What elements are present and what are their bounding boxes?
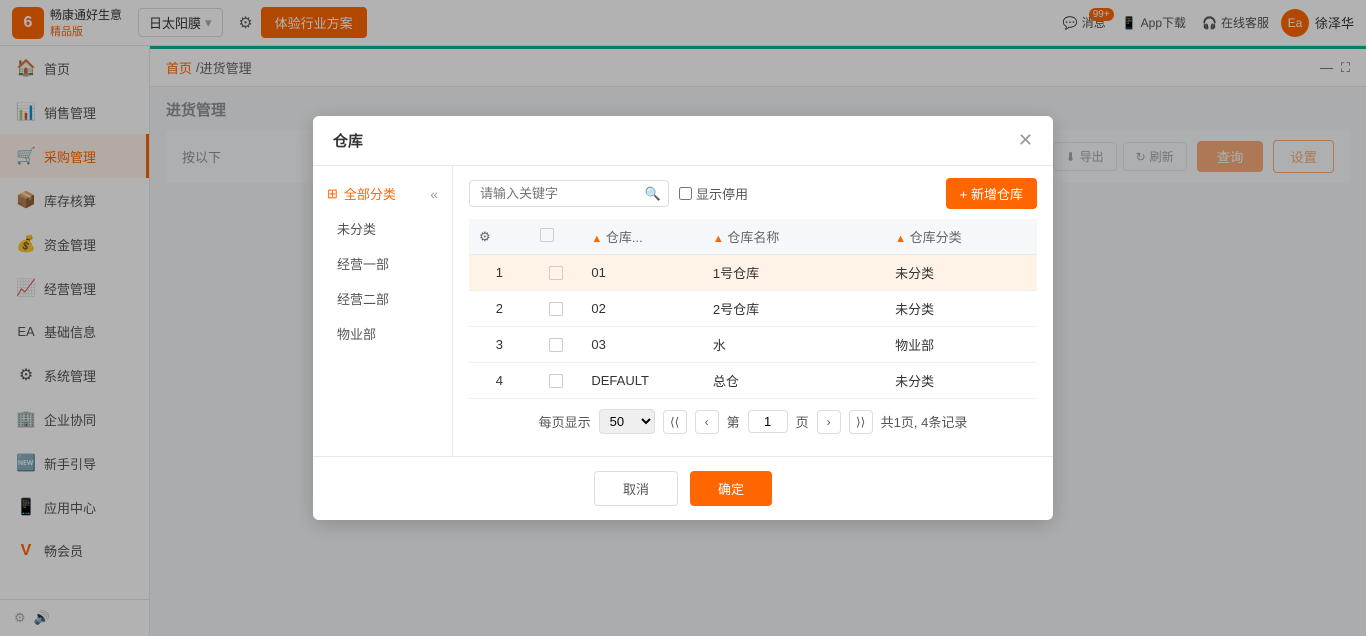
search-wrap: 🔍 [469,180,669,207]
next-page-btn[interactable]: › [817,410,841,434]
col-cat-header: ▲ 仓库分类 [885,219,1037,255]
warehouse-table-wrap: ⚙ ▲ 仓库... ▲ [469,219,1037,399]
dialog-title: 仓库 [333,130,363,151]
row-num: 2 [469,291,530,327]
row-checkbox-3[interactable] [549,338,563,352]
page-size-select[interactable]: 20 50 100 [599,409,655,434]
first-page-btn[interactable]: ⟨⟨ [663,410,687,434]
row-name: 总仓 [703,363,885,399]
page-number-input[interactable] [748,410,788,433]
row-checkbox-2[interactable] [549,302,563,316]
row-code: DEFAULT [581,363,702,399]
col-gear: ⚙ [469,219,530,255]
search-input[interactable] [469,180,669,207]
all-category-btn[interactable]: ⊞ 全部分类 « [313,176,452,211]
row-code: 02 [581,291,702,327]
category-panel: ⊞ 全部分类 « 未分类 经营一部 经营二部 物业部 [313,166,453,456]
table-panel: 🔍 显示停用 + 新增仓库 ⚙ [453,166,1053,456]
sort-icon: ▲ [591,233,602,245]
cancel-btn[interactable]: 取消 [594,471,678,506]
gear-col-icon: ⚙ [479,229,491,244]
row-code: 01 [581,255,702,291]
col-code-header: ▲ 仓库... [581,219,702,255]
total-info: 共1页, 4条记录 [881,412,968,431]
row-check[interactable] [530,327,582,363]
last-page-btn[interactable]: ⟩⟩ [849,410,873,434]
grid-icon: ⊞ [327,186,338,202]
table-row[interactable]: 3 03 水 物业部 [469,327,1037,363]
row-category: 未分类 [885,291,1037,327]
row-checkbox-4[interactable] [549,374,563,388]
warehouse-dialog: 仓库 ✕ ⊞ 全部分类 « 未分类 经营一部 经营二部 物业部 [313,116,1053,520]
row-check[interactable] [530,363,582,399]
sort-name-icon: ▲ [713,233,724,245]
per-page-label: 每页显示 [539,412,591,431]
row-num: 4 [469,363,530,399]
row-name: 2号仓库 [703,291,885,327]
sort-cat-icon: ▲ [895,233,906,245]
search-icon[interactable]: 🔍 [645,186,661,202]
row-name: 水 [703,327,885,363]
table-row[interactable]: 4 DEFAULT 总仓 未分类 [469,363,1037,399]
confirm-btn[interactable]: 确定 [690,471,772,506]
dialog-body: ⊞ 全部分类 « 未分类 经营一部 经营二部 物业部 🔍 [313,166,1053,456]
row-checkbox-1[interactable] [549,266,563,280]
add-warehouse-btn[interactable]: + 新增仓库 [946,178,1037,209]
table-row[interactable]: 1 01 1号仓库 未分类 [469,255,1037,291]
dialog-header: 仓库 ✕ [313,116,1053,166]
page-label: 页 [796,412,809,431]
prev-page-btn[interactable]: ‹ [695,410,719,434]
col-check [530,219,582,255]
row-check[interactable] [530,255,582,291]
table-row[interactable]: 2 02 2号仓库 未分类 [469,291,1037,327]
pagination: 每页显示 20 50 100 ⟨⟨ ‹ 第 页 › ⟩⟩ 共1页, 4条记录 [469,399,1037,444]
table-body: 1 01 1号仓库 未分类 2 [469,255,1037,399]
close-icon[interactable]: ✕ [1018,130,1033,151]
page-word: 第 [727,412,740,431]
table-toolbar: 🔍 显示停用 + 新增仓库 [469,178,1037,209]
dialog-overlay: 仓库 ✕ ⊞ 全部分类 « 未分类 经营一部 经营二部 物业部 [0,0,1366,636]
warehouse-table: ⚙ ▲ 仓库... ▲ [469,219,1037,399]
table-header: ⚙ ▲ 仓库... ▲ [469,219,1037,255]
show-disabled-wrap: 显示停用 [679,184,748,203]
row-category: 未分类 [885,255,1037,291]
row-check[interactable] [530,291,582,327]
row-name: 1号仓库 [703,255,885,291]
dialog-footer: 取消 确定 [313,456,1053,520]
cat-item-unclassified[interactable]: 未分类 [313,211,452,246]
cat-item-ops1[interactable]: 经营一部 [313,246,452,281]
select-all-checkbox[interactable] [540,228,554,242]
cat-item-ops2[interactable]: 经营二部 [313,281,452,316]
row-num: 3 [469,327,530,363]
cat-item-property[interactable]: 物业部 [313,316,452,351]
row-num: 1 [469,255,530,291]
show-disabled-checkbox[interactable] [679,187,692,200]
show-disabled-label: 显示停用 [696,184,748,203]
row-category: 未分类 [885,363,1037,399]
row-code: 03 [581,327,702,363]
collapse-icon[interactable]: « [430,186,438,202]
row-category: 物业部 [885,327,1037,363]
col-name-header: ▲ 仓库名称 [703,219,885,255]
